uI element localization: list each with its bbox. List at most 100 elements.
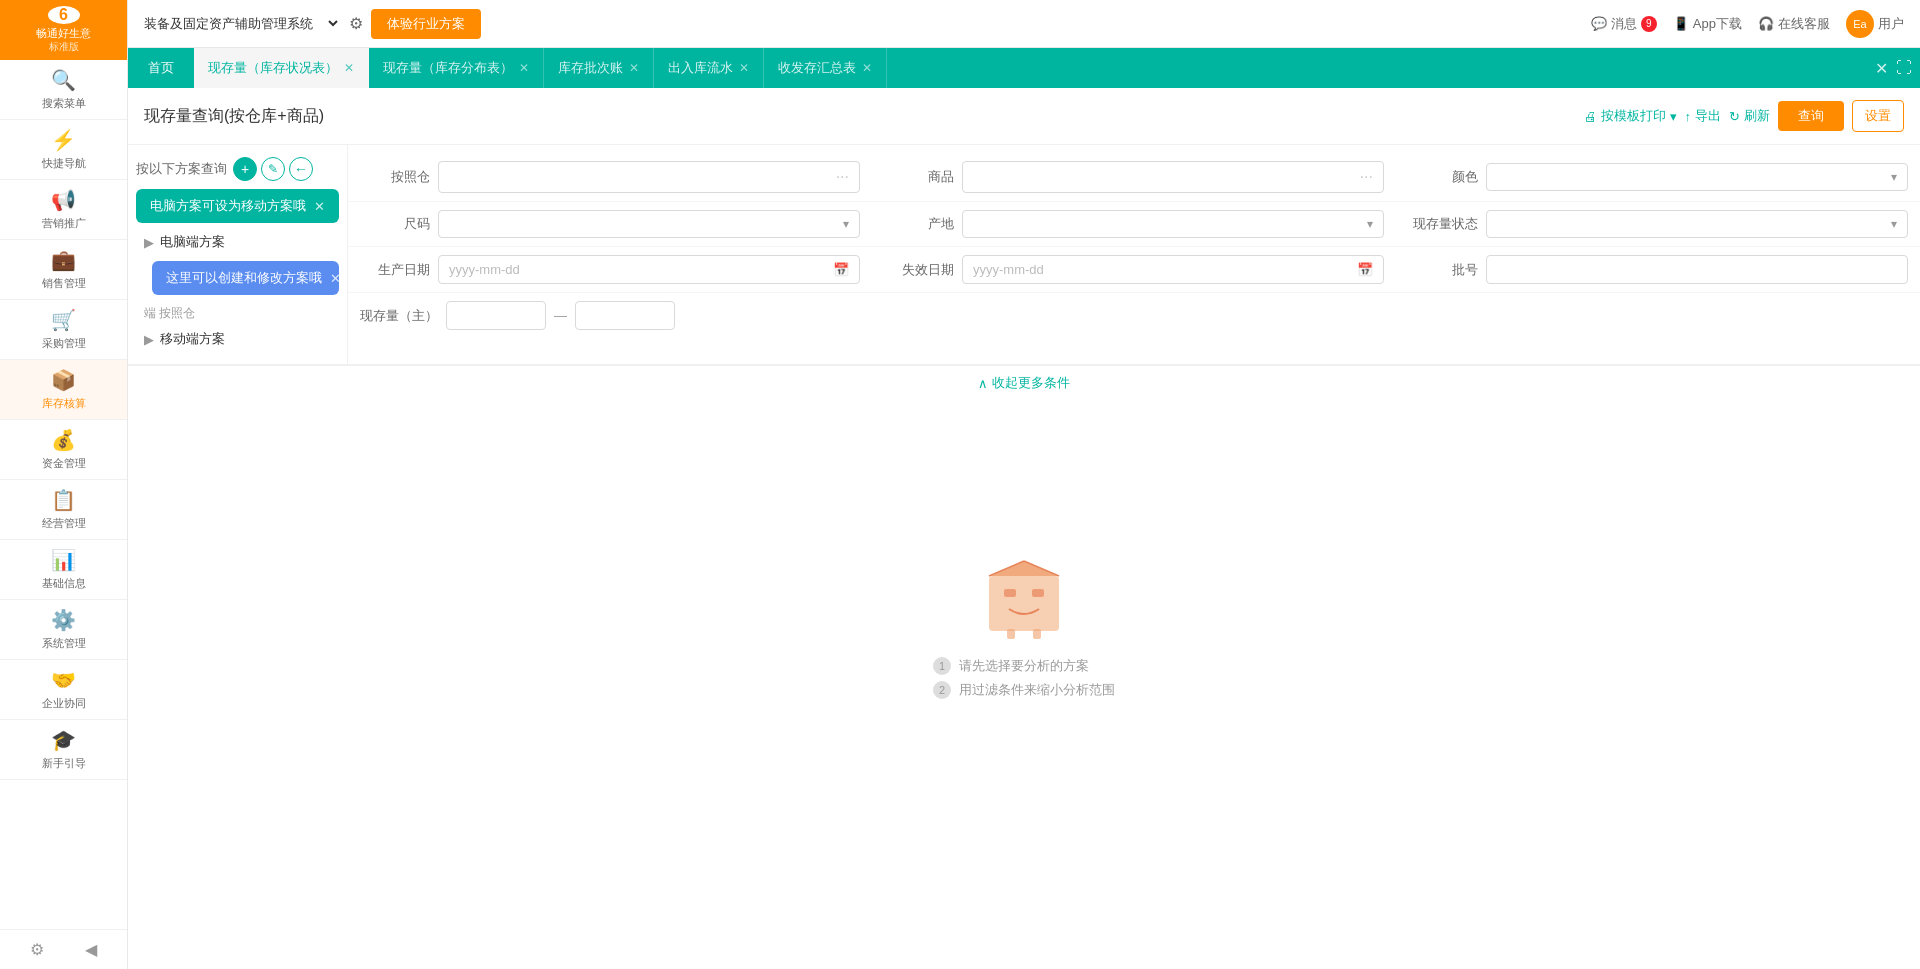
page-header: 现存量查询(按仓库+商品) 🖨 按模板打印 ▾ ↑ 导出 ↻ 刷新 查询 设置	[128, 88, 1920, 145]
scheme-label: 按以下方案查询	[136, 160, 227, 178]
empty-state: 1 请先选择要分析的方案 2 用过滤条件来缩小分析范围	[128, 400, 1920, 800]
sidebar-item-sales[interactable]: 💼 销售管理	[0, 240, 127, 300]
tab-label: 库存批次账	[558, 59, 623, 77]
svg-rect-6	[1007, 629, 1015, 639]
sidebar-item-operations[interactable]: 📋 经营管理	[0, 480, 127, 540]
user-menu-btn[interactable]: Ea 用户	[1846, 10, 1904, 38]
try-solution-button[interactable]: 体验行业方案	[371, 9, 481, 39]
tooltip2-close-btn[interactable]: ✕	[330, 271, 341, 286]
field-color: 颜色 ▾	[1396, 153, 1920, 201]
origin-select[interactable]: ▾	[962, 210, 1384, 238]
tab-close-icon[interactable]: ✕	[862, 61, 872, 75]
tab-batch-ledger[interactable]: 库存批次账 ✕	[544, 48, 654, 88]
query-button[interactable]: 查询	[1778, 101, 1844, 131]
tab-receive-send[interactable]: 收发存汇总表 ✕	[764, 48, 887, 88]
expiry-date-input[interactable]: yyyy-mm-dd 📅	[962, 255, 1384, 284]
sidebar: 6 畅通好生意 标准版 🔍 搜索菜单 ⚡ 快捷导航 📢 营销推广 💼 销售管理 …	[0, 0, 128, 969]
settings-footer-btn[interactable]: ⚙	[30, 940, 44, 959]
sidebar-footer: ⚙ ◀	[0, 929, 127, 969]
online-support-btn[interactable]: 🎧 在线客服	[1758, 15, 1830, 33]
tab-close-icon[interactable]: ✕	[519, 61, 529, 75]
sidebar-item-basic[interactable]: 📊 基础信息	[0, 540, 127, 600]
tab-expand-icon[interactable]: ⛶	[1896, 59, 1912, 77]
export-button[interactable]: ↑ 导出	[1685, 107, 1722, 125]
expiry-date-label: 失效日期	[884, 261, 954, 279]
app-download-btn[interactable]: 📱 App下载	[1673, 15, 1742, 33]
tab-inventory-status[interactable]: 现存量（库存状况表） ✕	[194, 48, 369, 88]
tab-close-icon[interactable]: ✕	[629, 61, 639, 75]
form-row-1: 按照仓 ··· 商品 ··· 颜色	[348, 153, 1920, 202]
empty-content: 1 请先选择要分析的方案 2 用过滤条件来缩小分析范围	[933, 541, 1115, 699]
basic-icon: 📊	[51, 548, 76, 572]
sidebar-item-system[interactable]: ⚙️ 系统管理	[0, 600, 127, 660]
sidebar-item-label: 快捷导航	[42, 156, 86, 171]
batch-input[interactable]	[1486, 255, 1908, 284]
svg-rect-5	[1032, 589, 1044, 597]
sidebar-item-guide[interactable]: 🎓 新手引导	[0, 720, 127, 780]
tab-close-icon[interactable]: ✕	[344, 61, 354, 75]
tab-in-out-flow[interactable]: 出入库流水 ✕	[654, 48, 764, 88]
stock-status-select[interactable]: ▾	[1486, 210, 1908, 238]
calendar-icon2[interactable]: 📅	[1357, 262, 1373, 277]
sidebar-item-enterprise[interactable]: 🤝 企业协同	[0, 660, 127, 720]
sidebar-item-finance[interactable]: 💰 资金管理	[0, 420, 127, 480]
header-right: 💬 消息 9 📱 App下载 🎧 在线客服 Ea 用户	[1591, 10, 1904, 38]
add-scheme-btn[interactable]: +	[233, 157, 257, 181]
message-badge: 9	[1641, 16, 1657, 32]
empty-tips: 1 请先选择要分析的方案 2 用过滤条件来缩小分析范围	[933, 657, 1115, 699]
refresh-icon: ↻	[1729, 109, 1740, 124]
warehouse-select[interactable]: ···	[438, 161, 860, 193]
tip-num-2: 2	[933, 681, 951, 699]
sidebar-item-inventory[interactable]: 📦 库存核算	[0, 360, 127, 420]
tab-bar: 首页 现存量（库存状况表） ✕ 现存量（库存分布表） ✕ 库存批次账 ✕ 出入库…	[128, 48, 1920, 88]
system-select[interactable]	[321, 15, 341, 32]
tab-bar-right: ✕ ⛶	[1867, 48, 1920, 88]
empty-tip-1-text: 请先选择要分析的方案	[959, 657, 1089, 675]
header-settings-icon[interactable]: ⚙	[349, 14, 363, 33]
template-print-button[interactable]: 🖨 按模板打印 ▾	[1584, 107, 1677, 125]
app-download-label: App下载	[1693, 15, 1742, 33]
svg-rect-0	[989, 576, 1059, 631]
production-date-input[interactable]: yyyy-mm-dd 📅	[438, 255, 860, 284]
sidebar-item-search[interactable]: 🔍 搜索菜单	[0, 60, 127, 120]
tab-label: 出入库流水	[668, 59, 733, 77]
product-select[interactable]: ···	[962, 161, 1384, 193]
query-fields: 按照仓 ··· 商品 ··· 颜色	[348, 145, 1920, 364]
logo-icon: 6	[48, 6, 80, 24]
collapse-bar[interactable]: ∧ 收起更多条件	[128, 365, 1920, 400]
desktop-scheme-item[interactable]: ▶ 电脑端方案	[136, 229, 339, 255]
message-btn[interactable]: 💬 消息 9	[1591, 15, 1657, 33]
refresh-button[interactable]: ↻ 刷新	[1729, 107, 1770, 125]
calendar-icon[interactable]: 📅	[833, 262, 849, 277]
more-options-icon2[interactable]: ···	[1360, 168, 1373, 186]
sidebar-item-marketing[interactable]: 📢 营销推广	[0, 180, 127, 240]
setting-button[interactable]: 设置	[1852, 100, 1904, 132]
system-icon: ⚙️	[51, 608, 76, 632]
production-date-placeholder: yyyy-mm-dd	[449, 262, 520, 277]
tab-home[interactable]: 首页	[128, 48, 194, 88]
size-select[interactable]: ▾	[438, 210, 860, 238]
sidebar-item-label: 销售管理	[42, 276, 86, 291]
field-warehouse: 按照仓 ···	[348, 153, 872, 201]
arrow-scheme-btn[interactable]: ←	[289, 157, 313, 181]
field-production-date: 生产日期 yyyy-mm-dd 📅	[348, 247, 872, 292]
scheme-arrow-mobile: ▶	[144, 332, 154, 347]
edit-scheme-btn[interactable]: ✎	[261, 157, 285, 181]
tab-close-icon[interactable]: ✕	[739, 61, 749, 75]
app-badge: 标准版	[49, 40, 79, 54]
qty-max-input[interactable]	[575, 301, 675, 330]
support-icon: 🎧	[1758, 16, 1774, 31]
tab-close-all-icon[interactable]: ✕	[1875, 59, 1888, 78]
mobile-scheme-item[interactable]: ▶ 移动端方案	[136, 326, 339, 352]
color-select[interactable]: ▾	[1486, 163, 1908, 191]
tooltip-close-btn[interactable]: ✕	[314, 199, 325, 214]
operations-icon: 📋	[51, 488, 76, 512]
sidebar-item-purchase[interactable]: 🛒 采购管理	[0, 300, 127, 360]
qty-min-input[interactable]	[446, 301, 546, 330]
scheme-header: 按以下方案查询 + ✎ ←	[136, 157, 339, 181]
collapse-sidebar-btn[interactable]: ◀	[85, 940, 97, 959]
tab-inventory-dist[interactable]: 现存量（库存分布表） ✕	[369, 48, 544, 88]
filter-container: 按以下方案查询 + ✎ ← 电脑方案可设为移动方案哦 ✕	[128, 145, 1920, 365]
more-options-icon[interactable]: ···	[836, 168, 849, 186]
sidebar-item-quick-nav[interactable]: ⚡ 快捷导航	[0, 120, 127, 180]
